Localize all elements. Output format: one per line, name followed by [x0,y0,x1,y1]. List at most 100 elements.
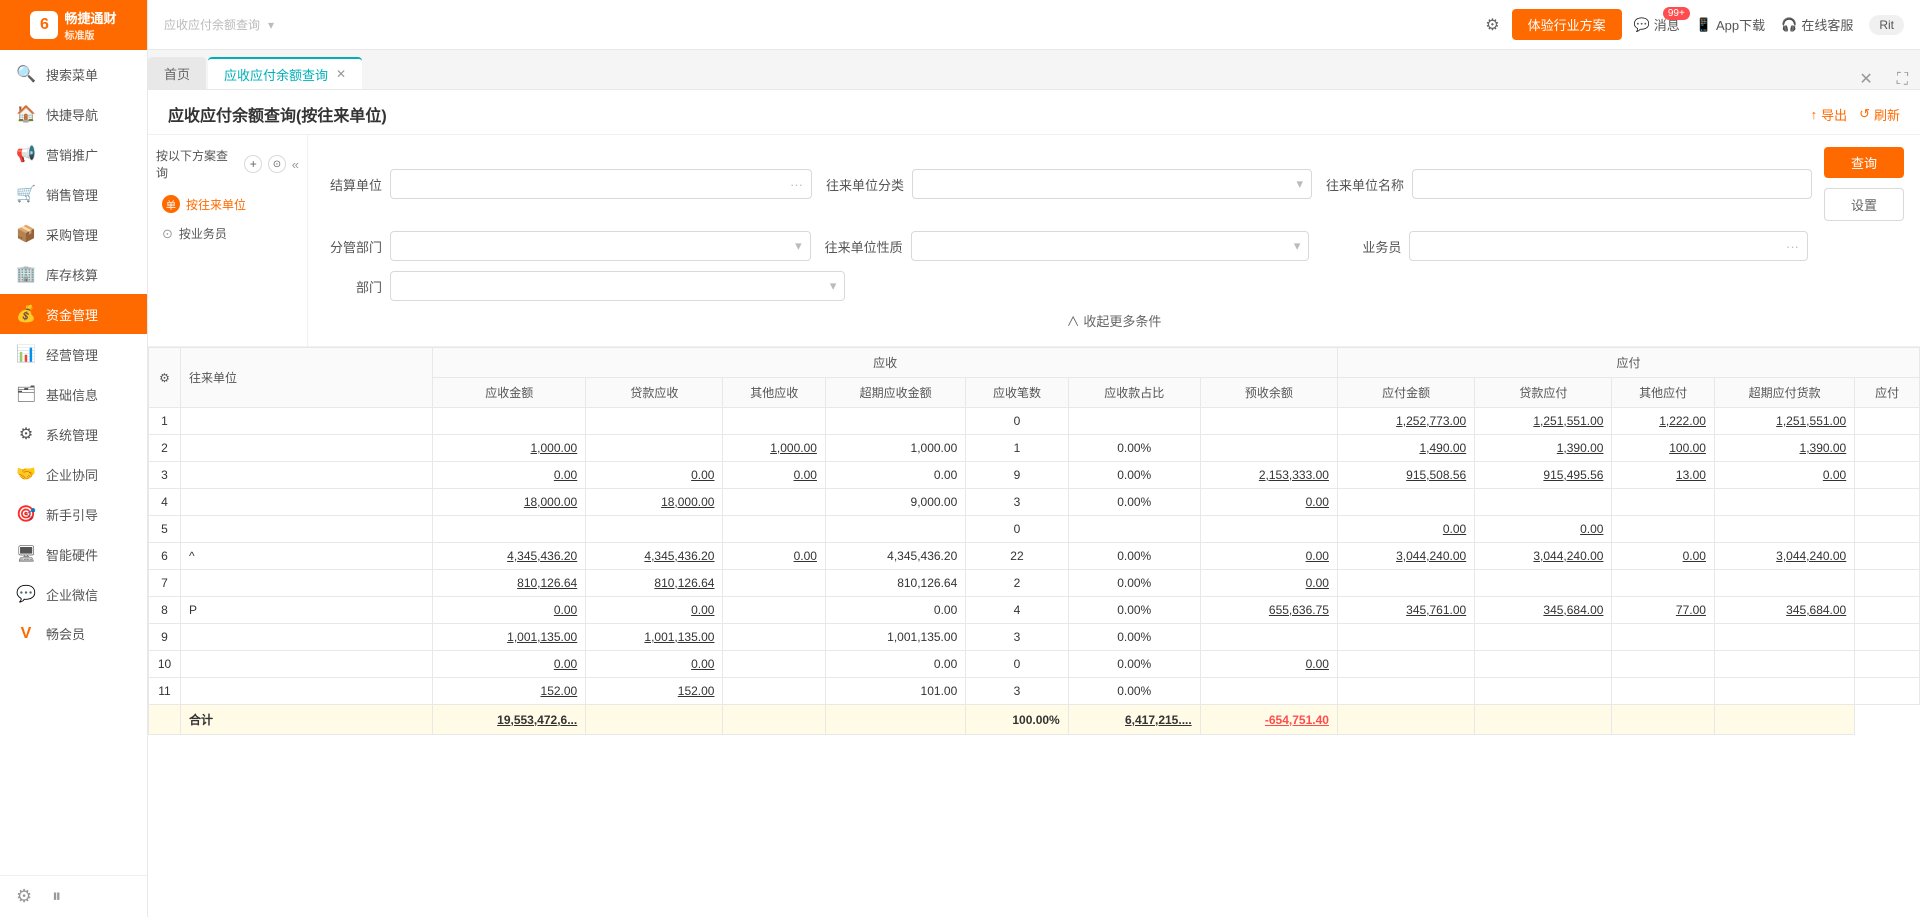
table-cell[interactable] [1200,516,1337,543]
table-cell[interactable]: 1,252,773.00 [1337,408,1474,435]
tab-bar-expand-icon[interactable]: ⛶ [1885,71,1920,89]
table-cell[interactable]: 152.00 [433,678,586,705]
tab-arbalance[interactable]: 应收应付余额查询 ✕ [208,57,362,89]
sidebar-item-guide[interactable]: 🎯新手引导 [0,494,147,534]
table-cell[interactable] [1612,624,1714,651]
salesperson-input[interactable]: ··· [1409,231,1808,261]
table-cell[interactable] [1200,678,1337,705]
table-cell[interactable]: 1,001,135.00 [586,624,723,651]
add-scheme-btn[interactable]: + [244,155,262,173]
dept-input[interactable]: ▾ [390,271,845,301]
table-cell[interactable]: 0.00 [1200,543,1337,570]
table-cell[interactable]: 0.00 [1475,516,1612,543]
table-cell[interactable]: 0.00 [1200,651,1337,678]
table-cell[interactable]: 1,000.00 [723,435,825,462]
table-cell[interactable] [433,408,586,435]
sidebar-item-sales[interactable]: 🛒销售管理 [0,174,147,214]
tab-home[interactable]: 首页 [148,57,206,89]
table-cell[interactable] [1475,624,1612,651]
table-cell[interactable] [723,678,825,705]
table-cell[interactable]: 0.00 [1714,462,1854,489]
th-settings[interactable]: ⚙ [149,348,181,408]
table-cell[interactable]: 1,222.00 [1612,408,1714,435]
table-cell[interactable] [586,516,723,543]
sidebar-item-purchase[interactable]: 📦采购管理 [0,214,147,254]
table-cell[interactable] [1337,489,1474,516]
table-cell[interactable] [1337,651,1474,678]
table-cell[interactable] [1475,570,1612,597]
table-cell[interactable] [723,570,825,597]
sidebar-item-marketing[interactable]: 📢营销推广 [0,134,147,174]
table-cell[interactable]: 810,126.64 [586,570,723,597]
table-cell[interactable]: 1,000.00 [433,435,586,462]
table-cell[interactable]: 810,126.64 [433,570,586,597]
tab-bar-close-icon[interactable]: ✕ [1847,69,1884,89]
table-cell[interactable] [1714,624,1854,651]
footer-ap-total[interactable]: -654,751.40 [1200,705,1337,735]
table-cell[interactable]: 3,044,240.00 [1714,543,1854,570]
table-cell[interactable] [723,597,825,624]
table-cell[interactable]: 1,251,551.00 [1714,408,1854,435]
settings-scheme-btn[interactable]: ⊙ [268,155,286,173]
sidebar-item-hardware[interactable]: 🖥智能硬件 [0,534,147,574]
footer-prepay[interactable]: 6,417,215.... [1068,705,1200,735]
table-cell[interactable]: 345,684.00 [1714,597,1854,624]
table-cell[interactable] [1337,624,1474,651]
export-button[interactable]: ↑ 导出 [1811,105,1848,124]
app-download-button[interactable]: 📱 App下载 [1696,15,1765,34]
table-cell[interactable] [723,408,825,435]
table-cell[interactable] [1612,570,1714,597]
table-cell[interactable]: 0.00 [586,462,723,489]
table-cell[interactable]: 345,761.00 [1337,597,1474,624]
table-cell[interactable]: 18,000.00 [586,489,723,516]
table-cell[interactable]: 3,044,240.00 [1337,543,1474,570]
table-cell[interactable] [1714,651,1854,678]
table-cell[interactable] [723,516,825,543]
table-cell[interactable] [1475,678,1612,705]
table-cell[interactable]: 0.00 [433,462,586,489]
scheme-by-unit[interactable]: 单 按往来单位 [156,191,299,217]
table-cell[interactable] [1612,489,1714,516]
scheme-by-staff[interactable]: ⊙ 按业务员 [156,221,299,246]
table-cell[interactable]: 1,490.00 [1337,435,1474,462]
table-cell[interactable]: 0.00 [723,543,825,570]
table-cell[interactable] [1337,678,1474,705]
sidebar-item-basic[interactable]: 🗂基础信息 [0,374,147,414]
table-cell[interactable]: 655,636.75 [1200,597,1337,624]
table-cell[interactable]: 3,044,240.00 [1475,543,1612,570]
unit-category-input[interactable]: ▾ [912,169,1312,199]
table-cell[interactable] [586,408,723,435]
table-cell[interactable] [1200,435,1337,462]
table-cell[interactable] [1612,651,1714,678]
table-cell[interactable] [723,624,825,651]
settlement-input[interactable]: ··· [390,169,812,199]
table-cell[interactable] [433,516,586,543]
table-cell[interactable]: 152.00 [586,678,723,705]
footer-ar-total[interactable]: 19,553,472,6... [433,705,586,735]
dept-mgr-input[interactable]: ▾ [390,231,811,261]
table-cell[interactable] [1714,489,1854,516]
sidebar-item-biz[interactable]: 📊经营管理 [0,334,147,374]
table-cell[interactable]: 100.00 [1612,435,1714,462]
table-cell[interactable]: 2,153,333.00 [1200,462,1337,489]
table-cell[interactable] [586,435,723,462]
table-cell[interactable]: 915,495.56 [1475,462,1612,489]
settings-button[interactable]: 设置 [1824,188,1904,221]
unit-name-input[interactable] [1412,169,1812,199]
tab-close-icon[interactable]: ✕ [336,67,346,81]
table-cell[interactable]: 1,390.00 [1475,435,1612,462]
table-cell[interactable]: 4,345,436.20 [433,543,586,570]
table-cell[interactable]: 0.00 [1200,489,1337,516]
table-cell[interactable]: 345,684.00 [1475,597,1612,624]
table-cell[interactable]: 0.00 [586,597,723,624]
collapse-btn[interactable]: ∧ 收起更多条件 [324,307,1904,334]
table-cell[interactable]: 0.00 [586,651,723,678]
table-cell[interactable]: 0.00 [1337,516,1474,543]
settings-icon[interactable]: ⚙ [16,886,32,907]
table-cell[interactable]: 0.00 [433,597,586,624]
table-cell[interactable] [1475,489,1612,516]
sidebar-item-quicknav[interactable]: 🏠快捷导航 [0,94,147,134]
table-cell[interactable]: 77.00 [1612,597,1714,624]
sidebar-item-system[interactable]: ⚙系统管理 [0,414,147,454]
sidebar-item-collab[interactable]: 🤝企业协同 [0,454,147,494]
